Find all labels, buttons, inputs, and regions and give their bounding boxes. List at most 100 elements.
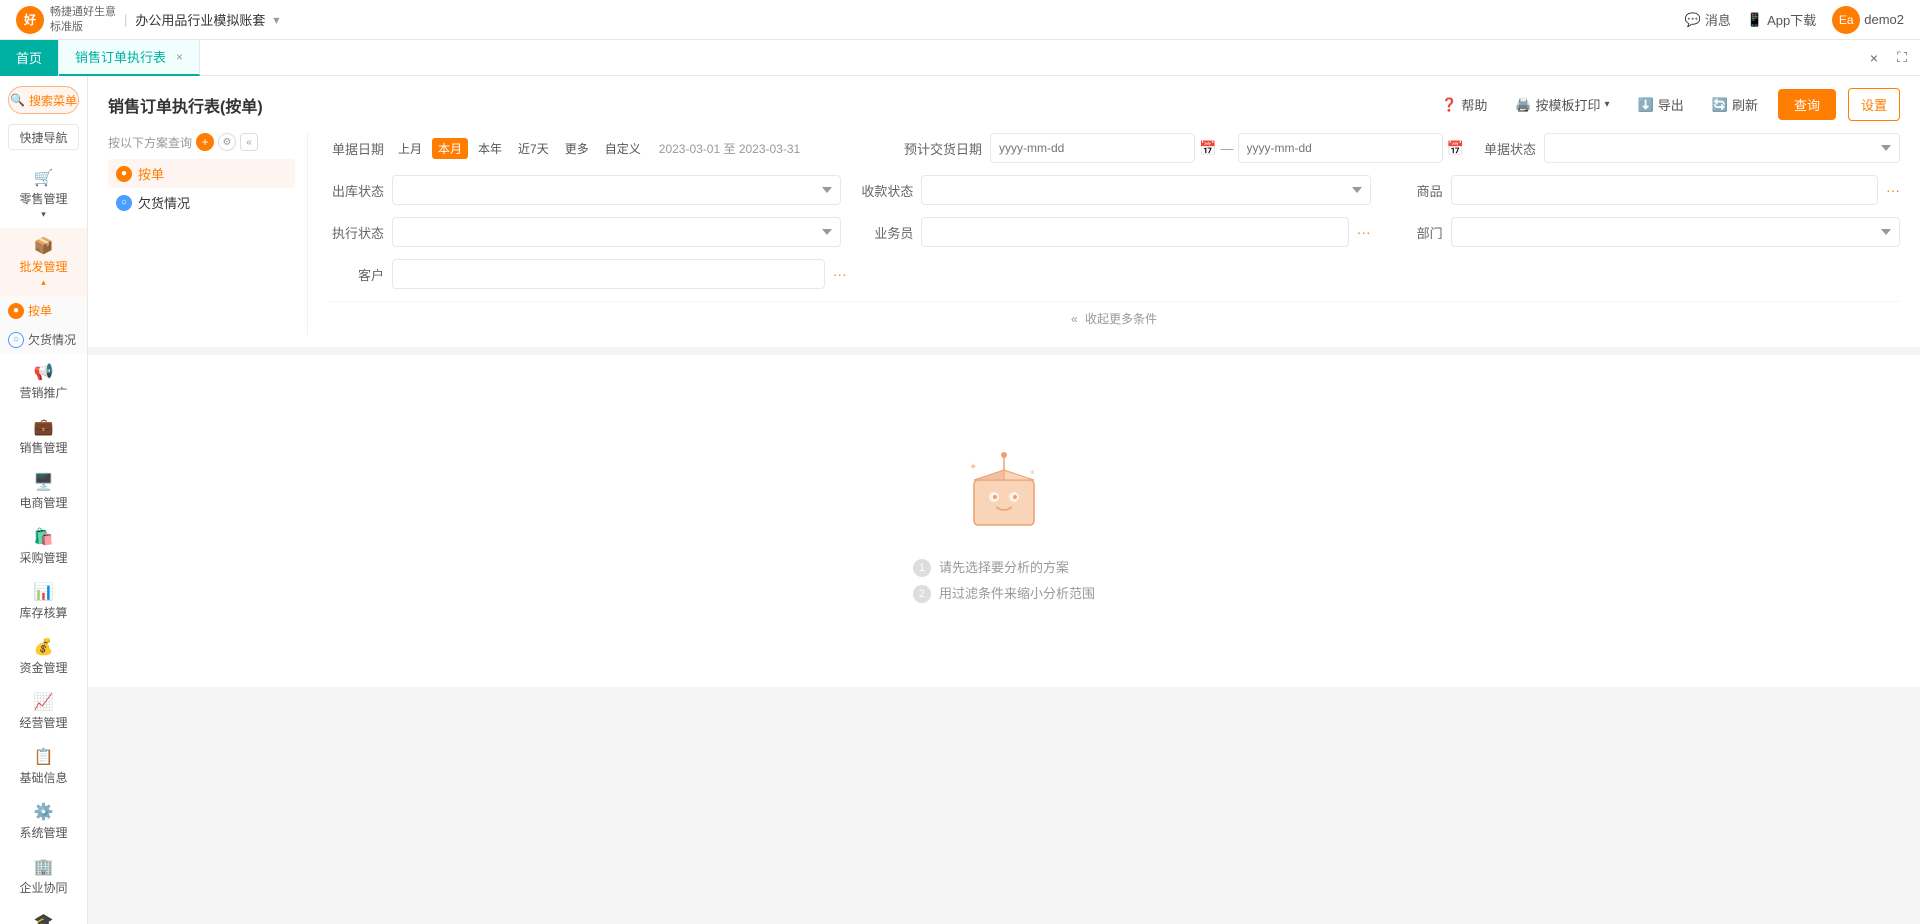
basic-icon: 📋: [34, 747, 54, 767]
salesman-input[interactable]: [921, 217, 1348, 247]
top-bar: 好 畅捷通好生意 标准版 | 办公用品行业模拟账套 ▾ 💬 消息 📱 App下载…: [0, 0, 1920, 40]
goods-input[interactable]: [1451, 175, 1878, 205]
app-download-button[interactable]: 📱 App下载: [1747, 10, 1816, 29]
scheme-settings-button[interactable]: ⚙: [218, 133, 236, 151]
marketing-icon: 📢: [34, 362, 54, 382]
tab-active[interactable]: 销售订单执行表 ×: [59, 40, 200, 76]
sidebar-item-ecommerce[interactable]: 🖥️ 电商管理: [0, 464, 87, 519]
collapse-more-button[interactable]: « 收起更多条件: [328, 301, 1900, 335]
sidebar-sub-wholesale: ● 按单 ○ 欠货情况: [0, 296, 87, 354]
help-button[interactable]: ❓ 帮助: [1433, 91, 1495, 118]
debt-icon: ○: [8, 332, 24, 348]
print-button[interactable]: 🖨️ 按模板打印 ▾: [1507, 91, 1617, 118]
customer-more-button[interactable]: ···: [833, 266, 847, 282]
settings-button[interactable]: 设置: [1848, 88, 1900, 121]
search-button[interactable]: 查询: [1778, 89, 1836, 120]
search-menu-button[interactable]: 🔍 搜索菜单: [8, 86, 79, 114]
empty-illustration: ✦ ✦: [954, 435, 1054, 535]
dept-select[interactable]: [1451, 217, 1900, 247]
quick-nav-button[interactable]: 快捷导航: [8, 124, 79, 150]
sidebar-item-wholesale[interactable]: 📦 批发管理 ▴: [0, 228, 87, 296]
scheme-item-order[interactable]: ● 按单: [108, 159, 295, 188]
newbie-icon: 🎓: [34, 912, 54, 924]
refresh-button[interactable]: 🔄 刷新: [1704, 91, 1766, 118]
export-button[interactable]: ⬇️ 导出: [1630, 91, 1692, 118]
date-7days-button[interactable]: 近7天: [512, 138, 555, 159]
order-icon: ●: [8, 303, 24, 319]
breadcrumb-arrow[interactable]: ▾: [273, 13, 279, 27]
sidebar-item-retail[interactable]: 🛒 零售管理 true ▾: [0, 160, 87, 228]
outbound-select[interactable]: [392, 175, 841, 205]
collapse-icon: «: [1071, 312, 1078, 326]
date-custom-button[interactable]: 自定义: [599, 138, 647, 159]
sidebar-item-marketing[interactable]: 📢 营销推广: [0, 354, 87, 409]
sidebar-item-newbie[interactable]: 🎓 新手引导: [0, 904, 87, 924]
scheme-item-debt[interactable]: ○ 欠货情况: [108, 188, 295, 217]
add-scheme-button[interactable]: +: [196, 133, 214, 151]
goods-label: 商品: [1387, 181, 1443, 200]
purchase-icon: 🛍️: [34, 527, 54, 547]
message-icon: 💬: [1685, 12, 1701, 28]
filter-fields: 单据日期 上月 本月 本年 近7天 更多 自定义 2023-03-01 至 20…: [308, 133, 1900, 335]
system-icon: ⚙️: [34, 802, 54, 822]
date-from-icon[interactable]: 📅: [1199, 140, 1216, 157]
date-quick-buttons: 上月 本月 本年 近7天 更多 自定义: [392, 138, 647, 159]
scheme-selector: 按以下方案查询 + ⚙ « ● 按单 ○ 欠货情况: [108, 133, 308, 335]
empty-hints: 1 请先选择要分析的方案 2 用过滤条件来缩小分析范围: [913, 555, 1095, 607]
app-icon: 📱: [1747, 12, 1763, 28]
status-select[interactable]: [1544, 133, 1900, 163]
predict-date-from-input[interactable]: [990, 133, 1195, 163]
page-actions: ❓ 帮助 🖨️ 按模板打印 ▾ ⬇️ 导出 🔄 刷新 查询 设置: [1433, 88, 1900, 121]
sidebar-item-corp[interactable]: 🏢 企业协同: [0, 849, 87, 904]
date-more-button[interactable]: 更多: [559, 138, 595, 159]
sidebar-sub-item-order[interactable]: ● 按单: [0, 296, 87, 325]
sidebar-sub-item-debt[interactable]: ○ 欠货情况: [0, 325, 87, 354]
dept-label: 部门: [1387, 223, 1443, 242]
field-date: 单据日期 上月 本月 本年 近7天 更多 自定义 2023-03-01 至 20…: [328, 138, 888, 159]
sidebar-item-inventory[interactable]: 📊 库存核算: [0, 574, 87, 629]
salesman-more-button[interactable]: ···: [1357, 224, 1371, 240]
predict-date-range: 📅 — 📅: [990, 133, 1464, 163]
predict-date-to-input[interactable]: [1238, 133, 1443, 163]
customer-input[interactable]: [392, 259, 825, 289]
tab-close-button[interactable]: ×: [176, 50, 183, 64]
salesman-label: 业务员: [857, 223, 913, 242]
maximize-button[interactable]: ⛶: [1892, 48, 1912, 68]
tab-bar: 首页 销售订单执行表 × × ⛶: [0, 40, 1920, 76]
finance-icon: 💰: [34, 637, 54, 657]
filter-panel: 按以下方案查询 + ⚙ « ● 按单 ○ 欠货情况: [88, 121, 1920, 347]
search-icon: 🔍: [10, 93, 25, 107]
sidebar-item-sales[interactable]: 💼 销售管理: [0, 409, 87, 464]
date-to-icon[interactable]: 📅: [1447, 140, 1464, 157]
wholesale-chevron-icon: ▴: [41, 277, 46, 288]
print-icon: 🖨️: [1515, 97, 1531, 113]
sidebar-item-basic[interactable]: 📋 基础信息: [0, 739, 87, 794]
sidebar-item-operation[interactable]: 📈 经营管理: [0, 684, 87, 739]
scheme-collapse-button[interactable]: «: [240, 133, 258, 151]
date-range-text: 2023-03-01 至 2023-03-31: [659, 140, 800, 157]
filter-panel-inner: 按以下方案查询 + ⚙ « ● 按单 ○ 欠货情况: [108, 133, 1900, 335]
field-exec: 执行状态: [328, 217, 841, 247]
tab-home[interactable]: 首页: [0, 40, 59, 76]
help-icon: ❓: [1441, 97, 1457, 113]
date-prev-month-button[interactable]: 上月: [392, 138, 428, 159]
avatar: Ea: [1832, 6, 1860, 34]
field-collect: 收款状态: [857, 175, 1370, 205]
sidebar-search-area: 🔍 搜索菜单: [0, 76, 87, 120]
sidebar-item-purchase[interactable]: 🛍️ 采购管理: [0, 519, 87, 574]
sales-icon: 💼: [34, 417, 54, 437]
date-year-button[interactable]: 本年: [472, 138, 508, 159]
sidebar-item-system[interactable]: ⚙️ 系统管理: [0, 794, 87, 849]
sidebar-item-finance[interactable]: 💰 资金管理: [0, 629, 87, 684]
goods-more-button[interactable]: ···: [1886, 182, 1900, 198]
retail-icon: 🛒: [34, 168, 54, 188]
field-predict-date: 预计交货日期 📅 — 📅: [904, 133, 1464, 163]
collect-select[interactable]: [921, 175, 1370, 205]
ecommerce-icon: 🖥️: [34, 472, 54, 492]
message-button[interactable]: 💬 消息: [1685, 10, 1731, 29]
minimize-button[interactable]: ×: [1864, 48, 1884, 68]
operation-icon: 📈: [34, 692, 54, 712]
date-cur-month-button[interactable]: 本月: [432, 138, 468, 159]
user-profile[interactable]: Ea demo2: [1832, 6, 1904, 34]
exec-select[interactable]: [392, 217, 841, 247]
